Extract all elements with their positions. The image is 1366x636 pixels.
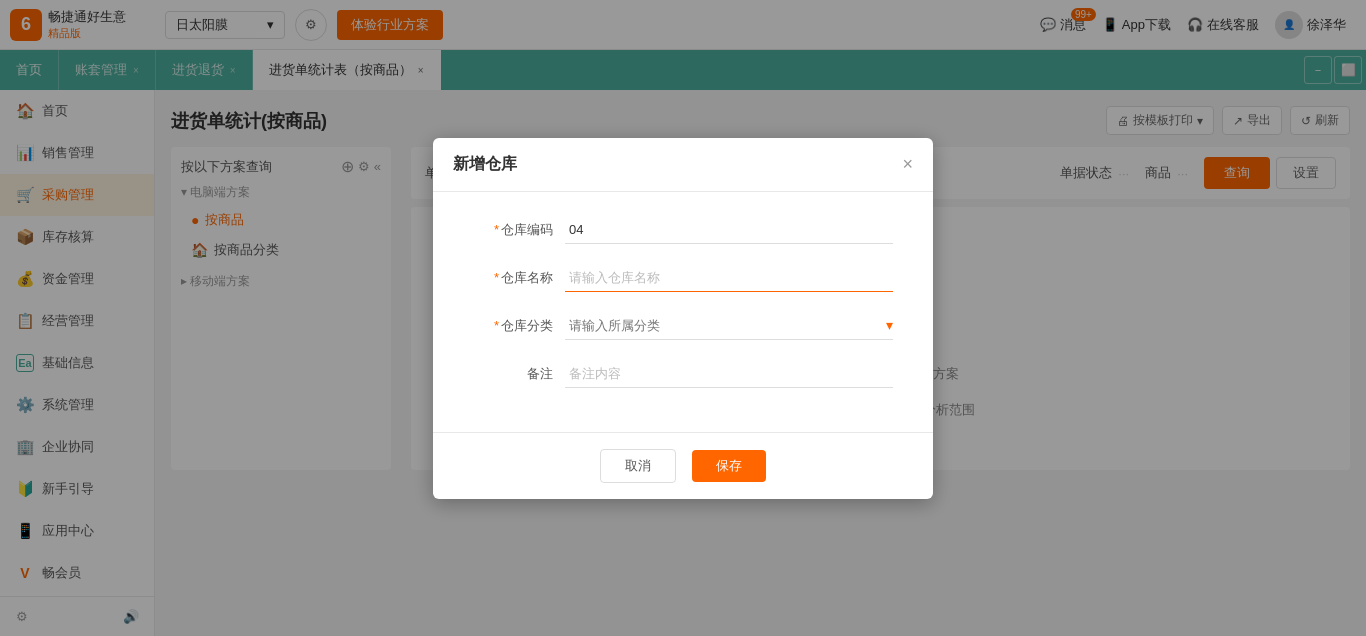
modal-title: 新增仓库 xyxy=(453,154,517,175)
modal-footer: 取消 保存 xyxy=(433,432,933,499)
modal-close-button[interactable]: × xyxy=(902,154,913,175)
modal-add-warehouse: 新增仓库 × *仓库编码 *仓库名称 *仓库分类 xyxy=(433,138,933,499)
name-label: *仓库名称 xyxy=(473,269,553,287)
form-row-code: *仓库编码 xyxy=(473,216,893,244)
category-label: *仓库分类 xyxy=(473,317,553,335)
modal-body: *仓库编码 *仓库名称 *仓库分类 ▾ xyxy=(433,192,933,432)
form-row-category: *仓库分类 ▾ xyxy=(473,312,893,340)
remark-input[interactable] xyxy=(565,360,893,388)
category-input[interactable] xyxy=(565,312,886,339)
name-input[interactable] xyxy=(565,264,893,292)
modal-overlay: 新增仓库 × *仓库编码 *仓库名称 *仓库分类 xyxy=(0,0,1366,636)
remark-label: 备注 xyxy=(473,365,553,383)
form-row-remark: 备注 xyxy=(473,360,893,388)
modal-header: 新增仓库 × xyxy=(433,138,933,192)
code-label: *仓库编码 xyxy=(473,221,553,239)
code-input[interactable] xyxy=(565,216,893,244)
save-button[interactable]: 保存 xyxy=(692,450,766,482)
category-select[interactable]: ▾ xyxy=(565,312,893,340)
form-row-name: *仓库名称 xyxy=(473,264,893,292)
chevron-down-icon: ▾ xyxy=(886,317,893,333)
cancel-button[interactable]: 取消 xyxy=(600,449,676,483)
